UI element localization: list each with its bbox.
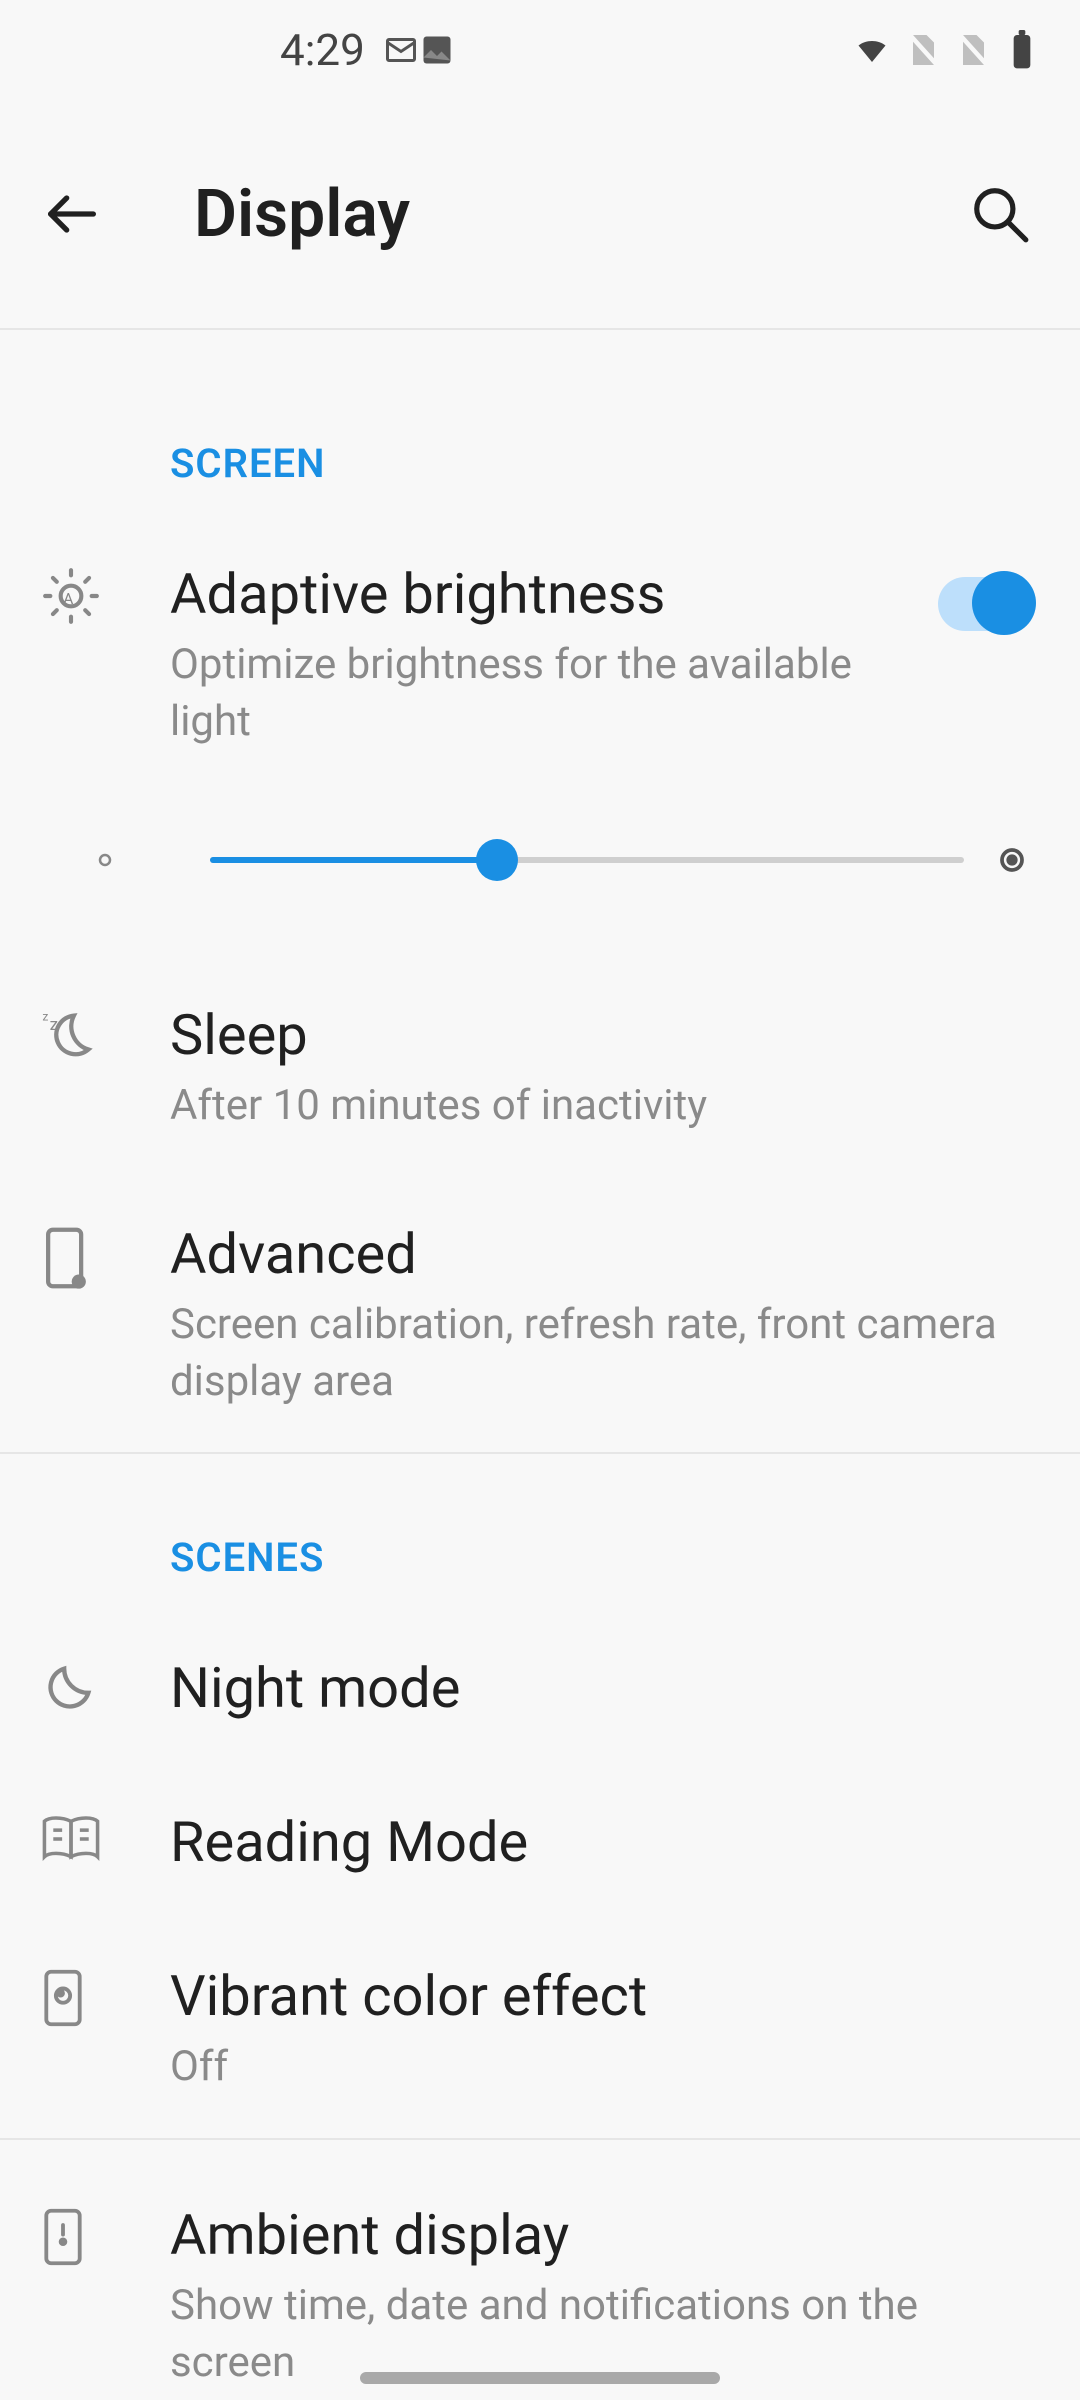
- setting-title: Vibrant color effect: [170, 1961, 1040, 2031]
- phone-settings-icon: [40, 1219, 170, 1291]
- sim-disabled-icon: [904, 32, 940, 68]
- sim-disabled-icon: [954, 32, 990, 68]
- brightness-low-icon: [87, 842, 123, 878]
- ambient-display-icon: [40, 2200, 170, 2268]
- book-icon: [40, 1807, 170, 1865]
- setting-night-mode[interactable]: Night mode: [0, 1611, 1080, 1765]
- nav-handle[interactable]: [360, 2372, 720, 2384]
- palette-phone-icon: [40, 1961, 170, 2029]
- brightness-slider-row: [0, 792, 1080, 958]
- setting-sleep[interactable]: zz Sleep After 10 minutes of inactivity: [0, 958, 1080, 1177]
- setting-ambient-display[interactable]: Ambient display Show time, date and noti…: [0, 2140, 1080, 2400]
- setting-subtitle: Screen calibration, refresh rate, front …: [170, 1297, 1040, 1410]
- adaptive-brightness-toggle[interactable]: [938, 577, 1030, 631]
- setting-vibrant-color[interactable]: Vibrant color effect Off: [0, 1919, 1080, 2138]
- search-button[interactable]: [960, 174, 1040, 254]
- setting-adaptive-brightness[interactable]: A Adaptive brightness Optimize brightnes…: [0, 517, 1080, 792]
- svg-text:A: A: [63, 590, 73, 608]
- setting-title: Ambient display: [170, 2200, 1040, 2270]
- setting-reading-mode[interactable]: Reading Mode: [0, 1765, 1080, 1919]
- status-time: 4:29: [280, 24, 365, 76]
- sleep-icon: zz: [40, 1000, 170, 1064]
- section-header-screen: SCREEN: [0, 330, 1080, 517]
- brightness-slider[interactable]: [210, 857, 964, 863]
- slider-thumb[interactable]: [476, 839, 518, 881]
- svg-text:z: z: [50, 1016, 58, 1036]
- setting-subtitle: After 10 minutes of inactivity: [170, 1078, 1040, 1135]
- section-header-scenes: SCENES: [0, 1454, 1080, 1611]
- setting-title: Sleep: [170, 1000, 1040, 1070]
- setting-advanced[interactable]: Advanced Screen calibration, refresh rat…: [0, 1177, 1080, 1452]
- setting-subtitle: Optimize brightness for the available li…: [170, 637, 938, 750]
- page-title: Display: [194, 176, 410, 253]
- image-icon: [419, 32, 455, 68]
- setting-subtitle: Off: [170, 2039, 1040, 2096]
- setting-title: Advanced: [170, 1219, 1040, 1289]
- mail-icon: [383, 32, 419, 68]
- wifi-icon: [854, 32, 890, 68]
- back-button[interactable]: [40, 182, 104, 246]
- brightness-high-icon: [994, 842, 1030, 878]
- setting-title: Adaptive brightness: [170, 559, 938, 629]
- setting-title: Reading Mode: [170, 1807, 1040, 1877]
- brightness-auto-icon: A: [40, 559, 170, 627]
- moon-icon: [40, 1653, 170, 1717]
- app-bar: Display: [0, 100, 1080, 330]
- status-bar: 4:29: [0, 0, 1080, 100]
- battery-icon: [1004, 32, 1040, 68]
- svg-text:z: z: [42, 1010, 48, 1024]
- setting-title: Night mode: [170, 1653, 1040, 1723]
